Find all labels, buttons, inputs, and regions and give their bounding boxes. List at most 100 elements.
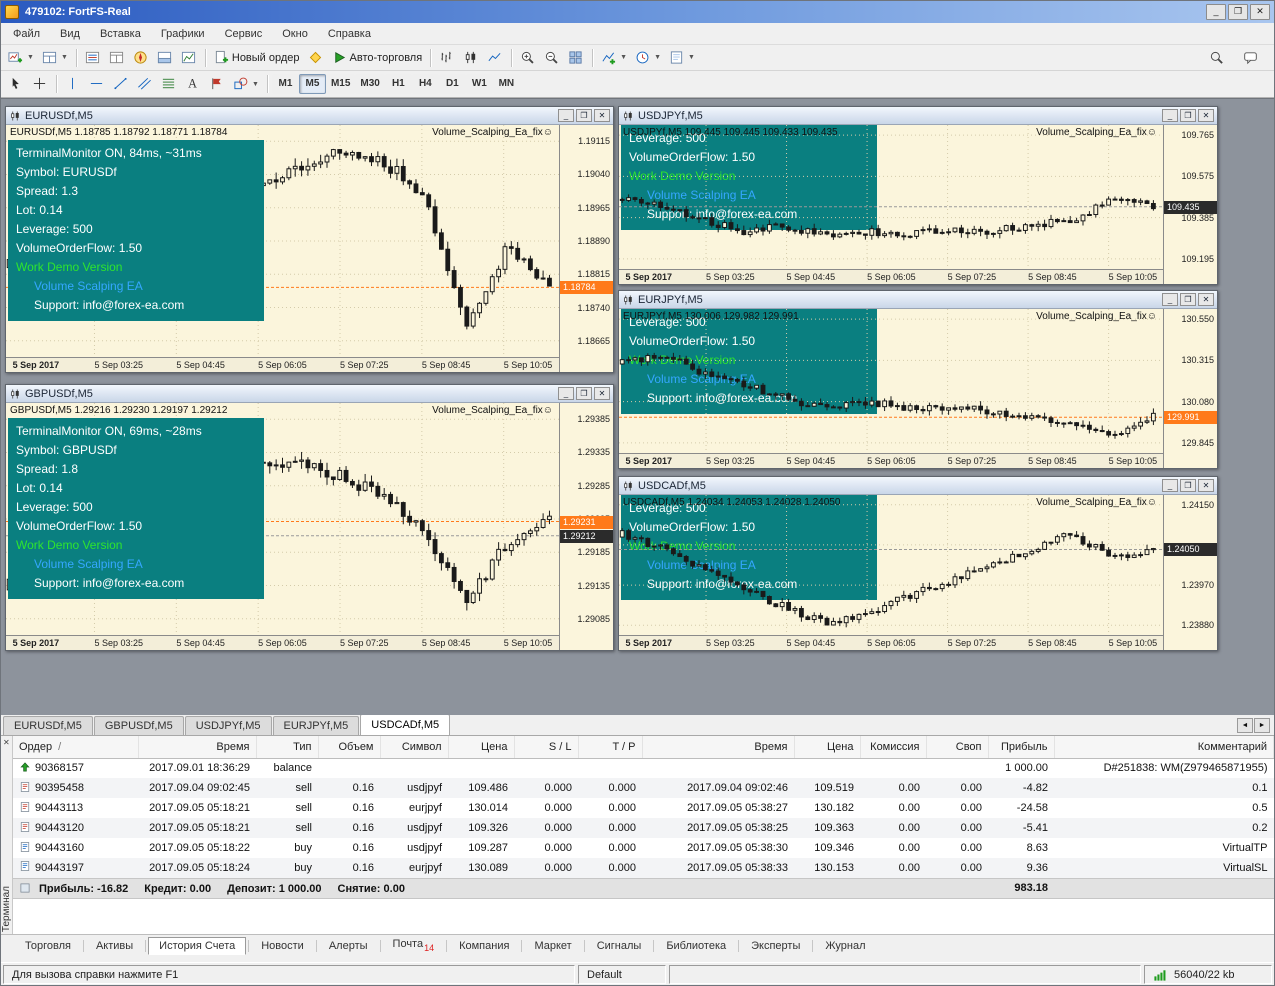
chart-plot-area[interactable]: TerminalMonitor ON, 69ms, ~28ms Symbol: G…	[6, 403, 559, 635]
chart-maximize-button[interactable]: ❐	[1180, 479, 1196, 492]
chart-minimize-button[interactable]: _	[1162, 109, 1178, 122]
label-tool-button[interactable]	[205, 73, 229, 95]
data-window-button[interactable]	[105, 47, 129, 69]
vertical-line-tool-button[interactable]	[61, 73, 85, 95]
column-header-7[interactable]: T / P	[578, 736, 643, 759]
terminal-tab-9[interactable]: Библиотека	[656, 937, 736, 955]
timeframe-d1-button[interactable]: D1	[438, 74, 466, 94]
chart-maximize-button[interactable]: ❐	[1180, 109, 1196, 122]
terminal-tab-0[interactable]: Торговля	[15, 937, 81, 955]
maximize-button[interactable]: ❐	[1228, 4, 1248, 20]
market-watch-button[interactable]	[81, 47, 105, 69]
chart-title-bar[interactable]: GBPUSDf,M5 _ ❐ ✕	[6, 385, 613, 403]
window-tab-eurusdf-m5[interactable]: EURUSDf,M5	[3, 716, 93, 735]
window-tab-usdcadf-m5[interactable]: USDCADf,M5	[360, 714, 451, 735]
chart-close-button[interactable]: ✕	[1198, 479, 1214, 492]
window-tab-gbpusdf-m5[interactable]: GBPUSDf,M5	[93, 716, 184, 735]
chart-minimize-button[interactable]: _	[1162, 479, 1178, 492]
timeframe-m1-button[interactable]: M1	[271, 74, 299, 94]
chart-close-button[interactable]: ✕	[594, 109, 610, 122]
tile-windows-button[interactable]	[564, 47, 588, 69]
column-header-5[interactable]: Цена	[448, 736, 515, 759]
close-button[interactable]: ✕	[1250, 4, 1270, 20]
shapes-tool-button[interactable]: ▼	[229, 73, 263, 95]
new-chart-button[interactable]: ▼	[4, 47, 38, 69]
search-button[interactable]	[1205, 47, 1229, 69]
terminal-tab-10[interactable]: Эксперты	[741, 937, 810, 955]
chart-minimize-button[interactable]: _	[1162, 293, 1178, 306]
timeframe-h1-button[interactable]: H1	[384, 74, 412, 94]
column-header-12[interactable]: Прибыль	[988, 736, 1055, 759]
terminal-tab-4[interactable]: Алерты	[319, 937, 378, 955]
line-chart-mode-button[interactable]	[483, 47, 507, 69]
chart-minimize-button[interactable]: _	[558, 387, 574, 400]
trendline-tool-button[interactable]	[109, 73, 133, 95]
terminal-tab-1[interactable]: Активы	[86, 937, 143, 955]
menu-item-view[interactable]: Вид	[50, 25, 90, 43]
terminal-tab-2[interactable]: История Счета	[148, 936, 247, 955]
navigator-button[interactable]	[129, 47, 153, 69]
column-header-8[interactable]: Время	[642, 736, 795, 759]
column-header-6[interactable]: S / L	[514, 736, 579, 759]
menu-item-insert[interactable]: Вставка	[90, 25, 151, 43]
chat-button[interactable]	[1239, 47, 1263, 69]
chart-plot-area[interactable]: Leverage: 500 VolumeOrderFlow: 1.50 Work D…	[619, 495, 1163, 635]
zoom-in-button[interactable]	[516, 47, 540, 69]
timeframe-m15-button[interactable]: M15	[325, 74, 356, 94]
bar-chart-mode-button[interactable]	[435, 47, 459, 69]
menu-item-window[interactable]: Окно	[272, 25, 318, 43]
chart-maximize-button[interactable]: ❐	[1180, 293, 1196, 306]
menu-item-service[interactable]: Сервис	[215, 25, 273, 43]
chart-plot-area[interactable]: TerminalMonitor ON, 84ms, ~31ms Symbol: E…	[6, 125, 559, 357]
column-header-9[interactable]: Цена	[794, 736, 861, 759]
history-row[interactable]: 90368157 2017.09.01 18:36:29 balance 1 000.…	[13, 758, 1274, 778]
column-header-2[interactable]: Тип	[256, 736, 319, 759]
chart-close-button[interactable]: ✕	[1198, 109, 1214, 122]
column-header-13[interactable]: Комментарий	[1054, 736, 1274, 759]
menu-item-help[interactable]: Справка	[318, 25, 381, 43]
timeframe-mn-button[interactable]: MN	[492, 74, 520, 94]
crosshair-tool-button[interactable]	[28, 73, 52, 95]
metaeditor-button[interactable]	[304, 47, 328, 69]
timeframe-h4-button[interactable]: H4	[411, 74, 439, 94]
indicators-button[interactable]: ▼	[597, 47, 631, 69]
chart-title-bar[interactable]: EURUSDf,M5 _ ❐ ✕	[6, 107, 613, 125]
column-header-11[interactable]: Своп	[926, 736, 989, 759]
menu-item-file[interactable]: Файл	[3, 25, 50, 43]
timeframe-w1-button[interactable]: W1	[465, 74, 493, 94]
window-tab-eurjpyf-m5[interactable]: EURJPYf,M5	[272, 716, 360, 735]
status-profile[interactable]: Default	[578, 965, 666, 984]
terminal-tab-5[interactable]: Почта14	[383, 935, 445, 955]
column-header-10[interactable]: Комиссия	[860, 736, 927, 759]
terminal-vertical-label[interactable]: Терминал	[1, 886, 13, 932]
horizontal-line-tool-button[interactable]	[85, 73, 109, 95]
history-row[interactable]: 90395458 2017.09.04 09:02:45 sell 0.16 usdjp…	[13, 778, 1274, 798]
cursor-tool-button[interactable]	[4, 73, 28, 95]
new-order-button[interactable]: Новый ордер	[210, 47, 304, 69]
timeframe-m5-button[interactable]: M5	[298, 74, 326, 94]
autotrade-button[interactable]: Авто-торговля	[328, 47, 427, 69]
periods-button[interactable]: ▼	[631, 47, 665, 69]
column-header-1[interactable]: Время	[138, 736, 257, 759]
tab-scroll-left-icon[interactable]: ◄	[1237, 718, 1253, 733]
templates-button[interactable]: ▼	[665, 47, 699, 69]
chart-title-bar[interactable]: USDCADf,M5 _ ❐ ✕	[619, 477, 1217, 495]
menu-item-charts[interactable]: Графики	[151, 25, 215, 43]
terminal-tab-3[interactable]: Новости	[251, 937, 314, 955]
chart-maximize-button[interactable]: ❐	[576, 387, 592, 400]
history-row[interactable]: 90443120 2017.09.05 05:18:21 sell 0.16 usdjp…	[13, 818, 1274, 838]
history-row[interactable]: 90443160 2017.09.05 05:18:22 buy 0.16 usdjpy…	[13, 838, 1274, 858]
terminal-close-icon[interactable]: ✕	[3, 738, 10, 747]
terminal-tab-6[interactable]: Компания	[449, 937, 519, 955]
chart-close-button[interactable]: ✕	[1198, 293, 1214, 306]
terminal-tab-7[interactable]: Маркет	[524, 937, 581, 955]
chart-close-button[interactable]: ✕	[594, 387, 610, 400]
chart-plot-area[interactable]: Leverage: 500 VolumeOrderFlow: 1.50 Work D…	[619, 309, 1163, 453]
chart-maximize-button[interactable]: ❐	[576, 109, 592, 122]
column-header-0[interactable]: Ордер /	[13, 736, 139, 759]
chart-title-bar[interactable]: EURJPYf,M5 _ ❐ ✕	[619, 291, 1217, 309]
terminal-tab-11[interactable]: Журнал	[815, 937, 875, 955]
tab-scroll-right-icon[interactable]: ►	[1254, 718, 1270, 733]
strategy-tester-button[interactable]	[177, 47, 201, 69]
terminal-button[interactable]	[153, 47, 177, 69]
